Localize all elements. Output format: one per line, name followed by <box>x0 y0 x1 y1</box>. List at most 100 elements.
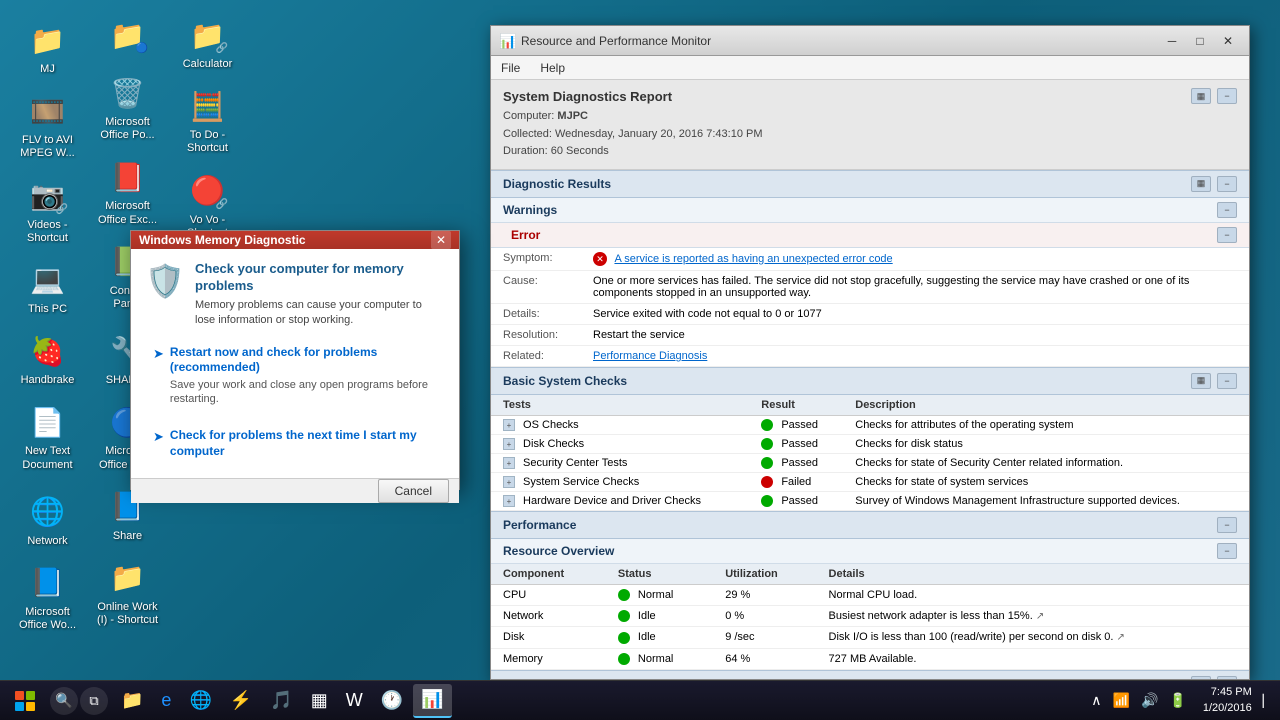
taskbar-items: 📁 e 🌐 ⚡ 🎵 ▦ W 🕐 📊 <box>113 684 1088 718</box>
expand-icon[interactable]: + <box>503 476 515 488</box>
report-header: System Diagnostics Report ▦ − Computer: … <box>491 80 1249 170</box>
tray-chevron-icon[interactable]: ∧ <box>1088 689 1104 712</box>
desktop-icon-flv[interactable]: 🎞️ FLV to AVI MPEG W... <box>10 86 85 165</box>
symptom-link[interactable]: A service is reported as having an unexp… <box>614 253 892 265</box>
taskbar-bittorrent[interactable]: ⚡ <box>222 684 260 718</box>
taskbar-word[interactable]: W <box>338 684 371 718</box>
diag-titlebar[interactable]: Windows Memory Diagnostic ✕ <box>131 231 459 249</box>
checks-result-cell: Passed <box>749 434 843 453</box>
warnings-collapse-btn[interactable]: − <box>1217 202 1237 218</box>
cancel-button[interactable]: Cancel <box>378 479 449 503</box>
checks-collapse-btn[interactable]: − <box>1217 373 1237 389</box>
taskbar-app2[interactable]: ▦ <box>303 684 336 718</box>
resource-overview-collapse-btn[interactable]: − <box>1217 543 1237 559</box>
window-content-area[interactable]: System Diagnostics Report ▦ − Computer: … <box>491 80 1249 679</box>
checks-row: + Hardware Device and Driver Checks Pass… <box>491 492 1249 511</box>
restart-now-option[interactable]: ➤ Restart now and check for problems (re… <box>145 339 445 413</box>
show-desktop-button[interactable]: ▏ <box>1260 691 1275 711</box>
start-button[interactable] <box>5 684 45 718</box>
checks-desc-cell: Checks for state of system services <box>843 473 1249 492</box>
expand-icon[interactable]: + <box>503 438 515 450</box>
checks-test-cell: + OS Checks <box>491 415 749 434</box>
diag-grid-btn[interactable]: ▦ <box>1191 176 1211 192</box>
related-link[interactable]: Performance Diagnosis <box>593 350 707 362</box>
desktop-icon-msppt[interactable]: 📕 Microsoft Office Exc... <box>90 152 165 231</box>
taskbar-wmp[interactable]: 🎵 <box>262 684 300 718</box>
desktop-icon-network[interactable]: 🌐 Network <box>10 487 85 553</box>
onlinework-label: Calculator <box>183 58 233 71</box>
resource-table: Component Status Utilization Details CPU… <box>491 564 1249 669</box>
diag-header-text: Check your computer for memory problems … <box>195 261 445 329</box>
checks-result-cell: Failed <box>749 473 843 492</box>
flv-icon: 🎞️ <box>28 91 68 131</box>
maximize-button[interactable]: □ <box>1187 31 1213 51</box>
desktop-icon-folder2[interactable]: 📁🔵 <box>90 10 165 63</box>
error-cause-row: Cause: One or more services has failed. … <box>491 270 1249 303</box>
report-grid-btn[interactable]: ▦ <box>1191 88 1211 104</box>
warnings-subsection[interactable]: Warnings − <box>491 198 1249 223</box>
sw-grid-btn[interactable]: ▦ <box>1191 676 1211 679</box>
taskbar-ie[interactable]: e <box>153 684 179 718</box>
desktop-icon-msword[interactable]: 📘 Microsoft Office Wo... <box>10 558 85 637</box>
resource-monitor-titlebar[interactable]: 📊 Resource and Performance Monitor ─ □ ✕ <box>491 26 1249 56</box>
report-meta: Computer: MJPC Collected: Wednesday, Jan… <box>503 108 1237 161</box>
desktop-icon-onlinework[interactable]: 📁🔗 Calculator <box>170 10 245 76</box>
minimize-button[interactable]: ─ <box>1159 31 1185 51</box>
resource-col-status: Status <box>606 564 713 585</box>
thispc-label: This PC <box>28 303 67 316</box>
resource-monitor-icon: 📊 <box>499 33 515 49</box>
expand-icon[interactable]: + <box>503 457 515 469</box>
report-collapse-btn[interactable]: − <box>1217 88 1237 104</box>
perf-collapse-btn[interactable]: − <box>1217 517 1237 533</box>
clock-time: 7:45 PM <box>1203 685 1252 700</box>
diagnostic-results-section[interactable]: Diagnostic Results ▦ − <box>491 170 1249 198</box>
basic-checks-section[interactable]: Basic System Checks ▦ − <box>491 367 1249 395</box>
taskbar-taskview-button[interactable]: ⧉ <box>80 687 108 715</box>
diag-close-button[interactable]: ✕ <box>431 231 451 249</box>
desktop-icon-newtextdoc[interactable]: 📄 New Text Document <box>10 397 85 476</box>
desktop-icon-recyclebin[interactable]: 🗑️ Microsoft Office Po... <box>90 68 165 147</box>
error-collapse-btn[interactable]: − <box>1217 227 1237 243</box>
duration-label: Duration: <box>503 145 548 157</box>
taskbar-resource-monitor[interactable]: 📊 <box>413 684 451 718</box>
desktop-icon-mj[interactable]: 📁 MJ <box>10 15 85 81</box>
check-next-option[interactable]: ➤ Check for problems the next time I sta… <box>145 422 445 465</box>
desktop-icon-handbrake[interactable]: 🍓 Handbrake <box>10 326 85 392</box>
todo-icon: 🔴🔗 <box>188 171 228 211</box>
menu-help[interactable]: Help <box>536 59 569 77</box>
memory-diagnostic-dialog: Windows Memory Diagnostic ✕ 🛡️ Check you… <box>130 230 460 490</box>
desktop-icon-thispc[interactable]: 💻 This PC <box>10 255 85 321</box>
resolution-label: Resolution: <box>491 324 581 345</box>
diag-collapse-btn[interactable]: − <box>1217 176 1237 192</box>
taskbar-app3[interactable]: 🕐 <box>373 684 411 718</box>
software-config-section[interactable]: Software Configuration ▦ − <box>491 670 1249 679</box>
taskbar-file-explorer[interactable]: 📁 <box>113 684 151 718</box>
taskbar-clock[interactable]: 7:45 PM 1/20/2016 <box>1195 685 1260 716</box>
desktop-icon-videos[interactable]: 📷🔗 Videos - Shortcut <box>10 171 85 250</box>
tray-sound-icon[interactable]: 🔊 <box>1138 689 1161 712</box>
desktop-icon-share[interactable]: 📁 Online Work (I) - Shortcut <box>90 553 165 632</box>
tray-battery-icon[interactable]: 🔋 <box>1166 689 1189 712</box>
resource-row: Network Idle 0 % Busiest network adapter… <box>491 606 1249 627</box>
resource-status-cell: Normal <box>606 585 713 606</box>
taskbar-search-button[interactable]: 🔍 <box>50 687 78 715</box>
checks-table: Tests Result Description + OS Checks Pas… <box>491 395 1249 511</box>
error-subsection[interactable]: Error − <box>491 223 1249 248</box>
menu-file[interactable]: File <box>497 59 524 77</box>
close-button[interactable]: ✕ <box>1215 31 1241 51</box>
resource-overview-subsection[interactable]: Resource Overview − <box>491 539 1249 564</box>
resource-component-cell: Network <box>491 606 606 627</box>
performance-section[interactable]: Performance − <box>491 511 1249 539</box>
desktop-icon-calculator[interactable]: 🧮 To Do - Shortcut <box>170 81 245 160</box>
tray-network-icon[interactable]: 📶 <box>1110 689 1133 712</box>
related-value: Performance Diagnosis <box>581 345 1249 366</box>
expand-icon[interactable]: + <box>503 419 515 431</box>
expand-icon[interactable]: + <box>503 495 515 507</box>
sw-collapse-btn[interactable]: − <box>1217 676 1237 679</box>
checks-grid-btn[interactable]: ▦ <box>1191 373 1211 389</box>
checks-col-tests: Tests <box>491 395 749 416</box>
taskbar-chrome[interactable]: 🌐 <box>181 684 219 718</box>
resource-status-cell: Normal <box>606 648 713 669</box>
clock-date: 1/20/2016 <box>1203 701 1252 716</box>
report-title: System Diagnostics Report <box>503 89 672 104</box>
